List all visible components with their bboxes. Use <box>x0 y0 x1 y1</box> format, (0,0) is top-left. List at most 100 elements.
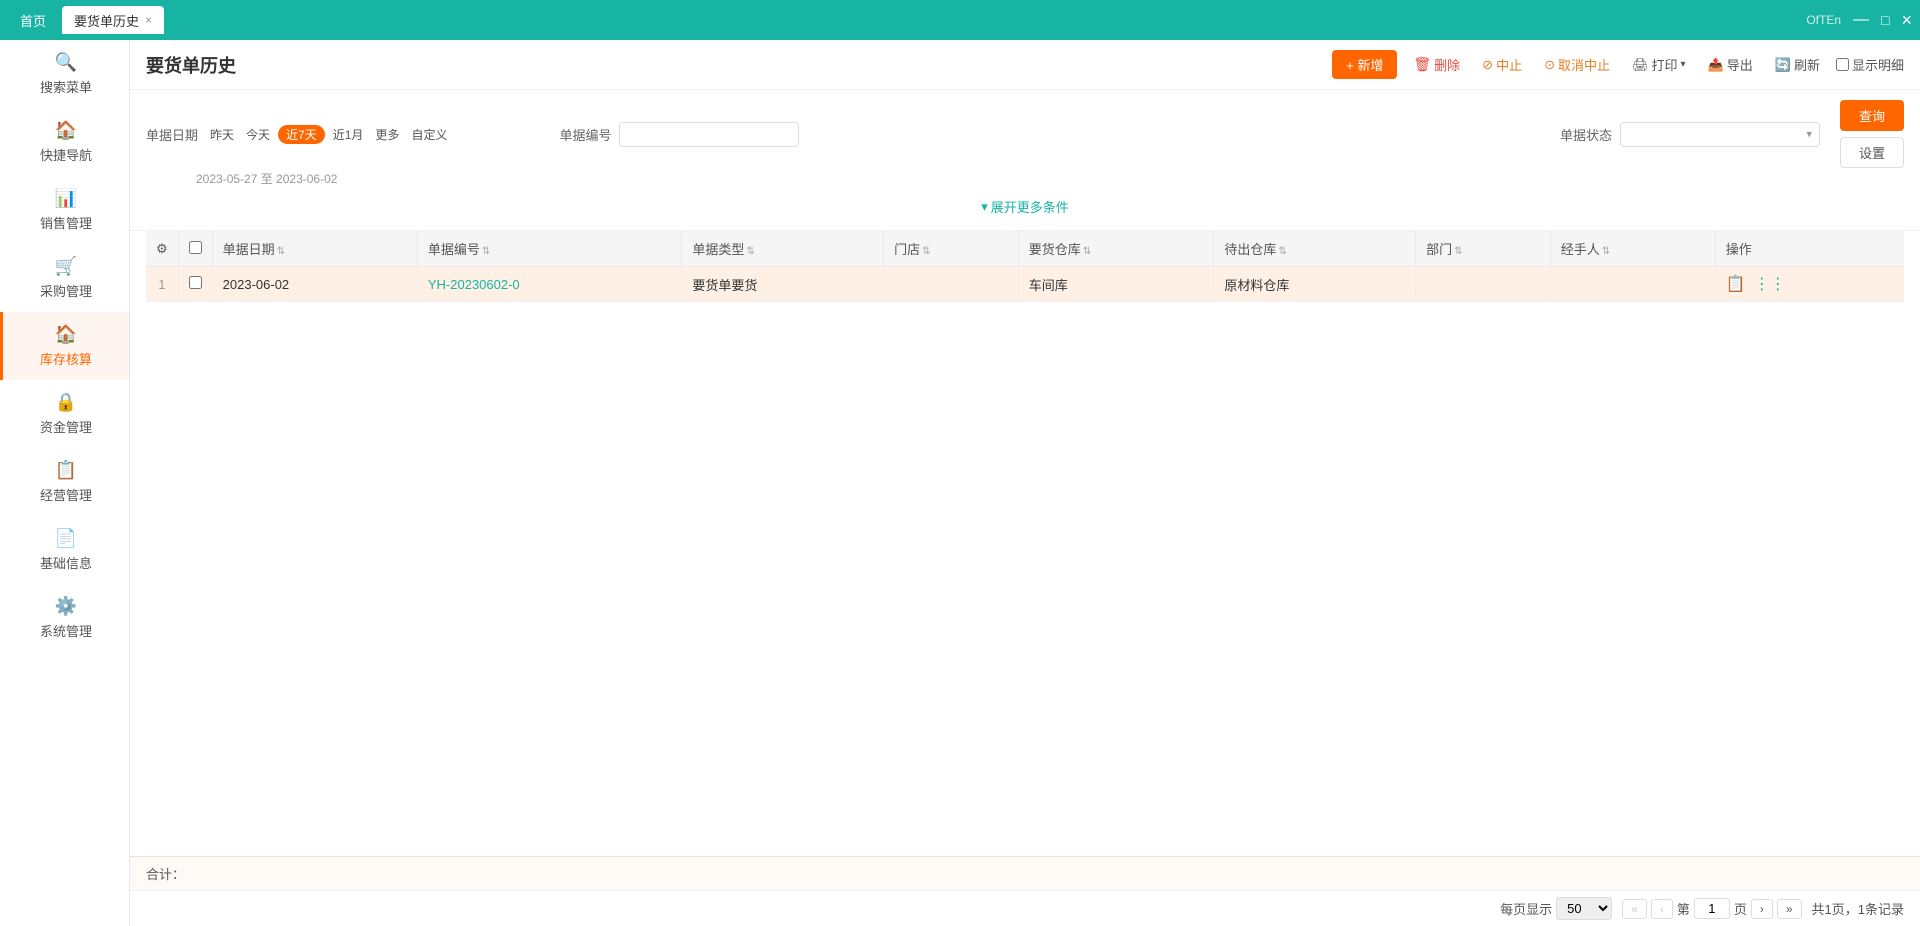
bill-no-sort-icon: ⇅ <box>482 246 490 257</box>
quick-nav-icon: 🏠 <box>55 120 77 141</box>
yesterday-shortcut[interactable]: 昨天 <box>206 125 238 144</box>
top-bar: 首页 要货单历史 × OfTEn — □ × <box>0 0 1920 40</box>
print-button-label: 打印 <box>1652 55 1678 74</box>
today-shortcut[interactable]: 今天 <box>242 125 274 144</box>
sidebar: 🔍 搜索菜单 🏠 快捷导航 📊 销售管理 🛒 采购管理 🏠 库存核算 🔒 资金管… <box>0 40 130 926</box>
filter-row: 单据日期 昨天 今天 近7天 近1月 更多 自定义 单据编号 <box>146 100 1904 168</box>
cancel-stop-button[interactable]: ⊙ 取消中止 <box>1538 51 1616 78</box>
cell-checkbox[interactable] <box>178 267 212 302</box>
edit-action-icon[interactable]: 📋 <box>1726 274 1746 294</box>
custom-shortcut[interactable]: 自定义 <box>407 125 451 144</box>
cell-actions: 📋 ⋮⋮ <box>1715 267 1904 302</box>
store-sort-icon: ⇅ <box>922 246 930 257</box>
sidebar-item-basic-info[interactable]: 📄 基础信息 <box>0 516 129 584</box>
tab-close-icon[interactable]: × <box>145 13 152 27</box>
sales-icon: 📊 <box>55 188 77 209</box>
col-pending-warehouse[interactable]: 待出仓库⇅ <box>1214 231 1416 267</box>
sidebar-item-search-menu-label: 搜索菜单 <box>40 77 92 96</box>
next-page-button[interactable]: › <box>1751 899 1773 919</box>
display-detail-checkbox[interactable] <box>1836 58 1849 71</box>
cell-handler <box>1550 267 1715 302</box>
sidebar-item-finance-mgmt[interactable]: 🔒 资金管理 <box>0 380 129 448</box>
expand-more-button[interactable]: ▾ 展开更多条件 <box>973 193 1077 220</box>
last-page-button[interactable]: » <box>1777 899 1802 919</box>
pagination-bar: 每页显示 20 50 100 200 « ‹ 第 页 › » 共1页，1条记录 <box>130 890 1920 926</box>
finance-icon: 🔒 <box>55 392 77 413</box>
bill-type-sort-icon: ⇅ <box>746 246 754 257</box>
col-store[interactable]: 门店⇅ <box>884 231 1019 267</box>
inventory-icon: 🏠 <box>55 324 77 345</box>
last1month-shortcut[interactable]: 近1月 <box>329 125 368 144</box>
purchase-icon: 🛒 <box>55 256 77 277</box>
date-filter-label: 单据日期 <box>146 125 198 144</box>
main-layout: 🔍 搜索菜单 🏠 快捷导航 📊 销售管理 🛒 采购管理 🏠 库存核算 🔒 资金管… <box>0 40 1920 926</box>
sidebar-item-operation-mgmt[interactable]: 📋 经营管理 <box>0 448 129 516</box>
select-all-checkbox[interactable] <box>189 241 202 254</box>
first-page-button[interactable]: « <box>1622 899 1647 919</box>
maximize-button[interactable]: □ <box>1881 12 1889 28</box>
total-label: 合计： <box>146 864 185 883</box>
per-page-select[interactable]: 20 50 100 200 <box>1556 897 1612 920</box>
sidebar-item-system-label: 系统管理 <box>40 621 92 640</box>
refresh-button[interactable]: 🔄 刷新 <box>1769 51 1826 78</box>
col-bill-no[interactable]: 单据编号⇅ <box>417 231 682 267</box>
sidebar-item-finance-label: 资金管理 <box>40 417 92 436</box>
delete-button[interactable]: 🗑 删除 <box>1407 51 1466 78</box>
col-settings[interactable]: ⚙ <box>146 231 178 267</box>
stop-button[interactable]: ⊘ 中止 <box>1476 51 1528 78</box>
page-suffix-label: 页 <box>1734 899 1747 918</box>
export-button[interactable]: 📤 导出 <box>1702 51 1759 78</box>
col-bill-type[interactable]: 单据类型⇅ <box>682 231 884 267</box>
date-shortcuts: 昨天 今天 近7天 近1月 更多 自定义 <box>206 125 451 144</box>
sidebar-item-sales-label: 销售管理 <box>40 213 92 232</box>
page-nav: « ‹ 第 页 › » <box>1622 898 1801 919</box>
print-button[interactable]: 🖨 打印 ▾ <box>1626 51 1692 78</box>
tab-home[interactable]: 首页 <box>8 6 58 34</box>
page-input[interactable] <box>1694 898 1730 919</box>
system-icon: ⚙️ <box>55 596 77 617</box>
cancel-stop-button-label: 取消中止 <box>1558 55 1610 74</box>
new-button-label: + 新增 <box>1346 55 1383 74</box>
filter-settings-button[interactable]: 设置 <box>1840 137 1904 168</box>
sidebar-item-quick-nav[interactable]: 🏠 快捷导航 <box>0 108 129 176</box>
sidebar-item-purchase-label: 采购管理 <box>40 281 92 300</box>
bill-no-link[interactable]: YH-20230602-0 <box>428 277 520 292</box>
col-department[interactable]: 部门⇅ <box>1416 231 1551 267</box>
bill-no-label: 单据编号 <box>559 125 611 144</box>
cell-date: 2023-06-02 <box>212 267 417 302</box>
col-req-warehouse[interactable]: 要货仓库⇅ <box>1018 231 1214 267</box>
col-handler[interactable]: 经手人⇅ <box>1550 231 1715 267</box>
sidebar-item-system-mgmt[interactable]: ⚙️ 系统管理 <box>0 584 129 652</box>
row-checkbox[interactable] <box>189 276 202 289</box>
refresh-icon: 🔄 <box>1775 57 1791 73</box>
last7days-shortcut[interactable]: 近7天 <box>278 125 325 144</box>
bill-no-input[interactable] <box>619 122 799 147</box>
page-title: 要货单历史 <box>146 52 1332 78</box>
col-action: 操作 <box>1715 231 1904 267</box>
page-header: 要货单历史 + 新增 🗑 删除 ⊘ 中止 ⊙ 取消中止 🖨 <box>130 40 1920 90</box>
top-bar-right: OfTEn — □ × <box>1806 10 1912 31</box>
sidebar-item-search-menu[interactable]: 🔍 搜索菜单 <box>0 40 129 108</box>
display-detail-button[interactable]: 显示明细 <box>1836 55 1904 74</box>
tab-requisition-history[interactable]: 要货单历史 × <box>62 6 164 34</box>
more-action-icon[interactable]: ⋮⋮ <box>1754 274 1786 294</box>
handler-sort-icon: ⇅ <box>1602 246 1610 257</box>
more-shortcut[interactable]: 更多 <box>371 125 403 144</box>
new-button[interactable]: + 新增 <box>1332 50 1397 79</box>
minimize-button[interactable]: — <box>1853 11 1869 29</box>
status-select[interactable]: 待审核 已审核 已中止 <box>1620 122 1820 147</box>
prev-page-button[interactable]: ‹ <box>1651 899 1673 919</box>
query-button[interactable]: 查询 <box>1840 100 1904 131</box>
cancel-stop-icon: ⊙ <box>1544 57 1555 73</box>
col-date[interactable]: 单据日期⇅ <box>212 231 417 267</box>
close-button[interactable]: × <box>1901 10 1912 31</box>
delete-button-label: 删除 <box>1434 55 1460 74</box>
sidebar-item-inventory[interactable]: 🏠 库存核算 <box>0 312 129 380</box>
stop-icon: ⊘ <box>1482 57 1493 73</box>
sidebar-item-sales-mgmt[interactable]: 📊 销售管理 <box>0 176 129 244</box>
req-wh-sort-icon: ⇅ <box>1083 246 1091 257</box>
per-page-control: 每页显示 20 50 100 200 <box>1500 897 1612 920</box>
sidebar-item-operation-label: 经营管理 <box>40 485 92 504</box>
cell-bill-no: YH-20230602-0 <box>417 267 682 302</box>
sidebar-item-purchase-mgmt[interactable]: 🛒 采购管理 <box>0 244 129 312</box>
